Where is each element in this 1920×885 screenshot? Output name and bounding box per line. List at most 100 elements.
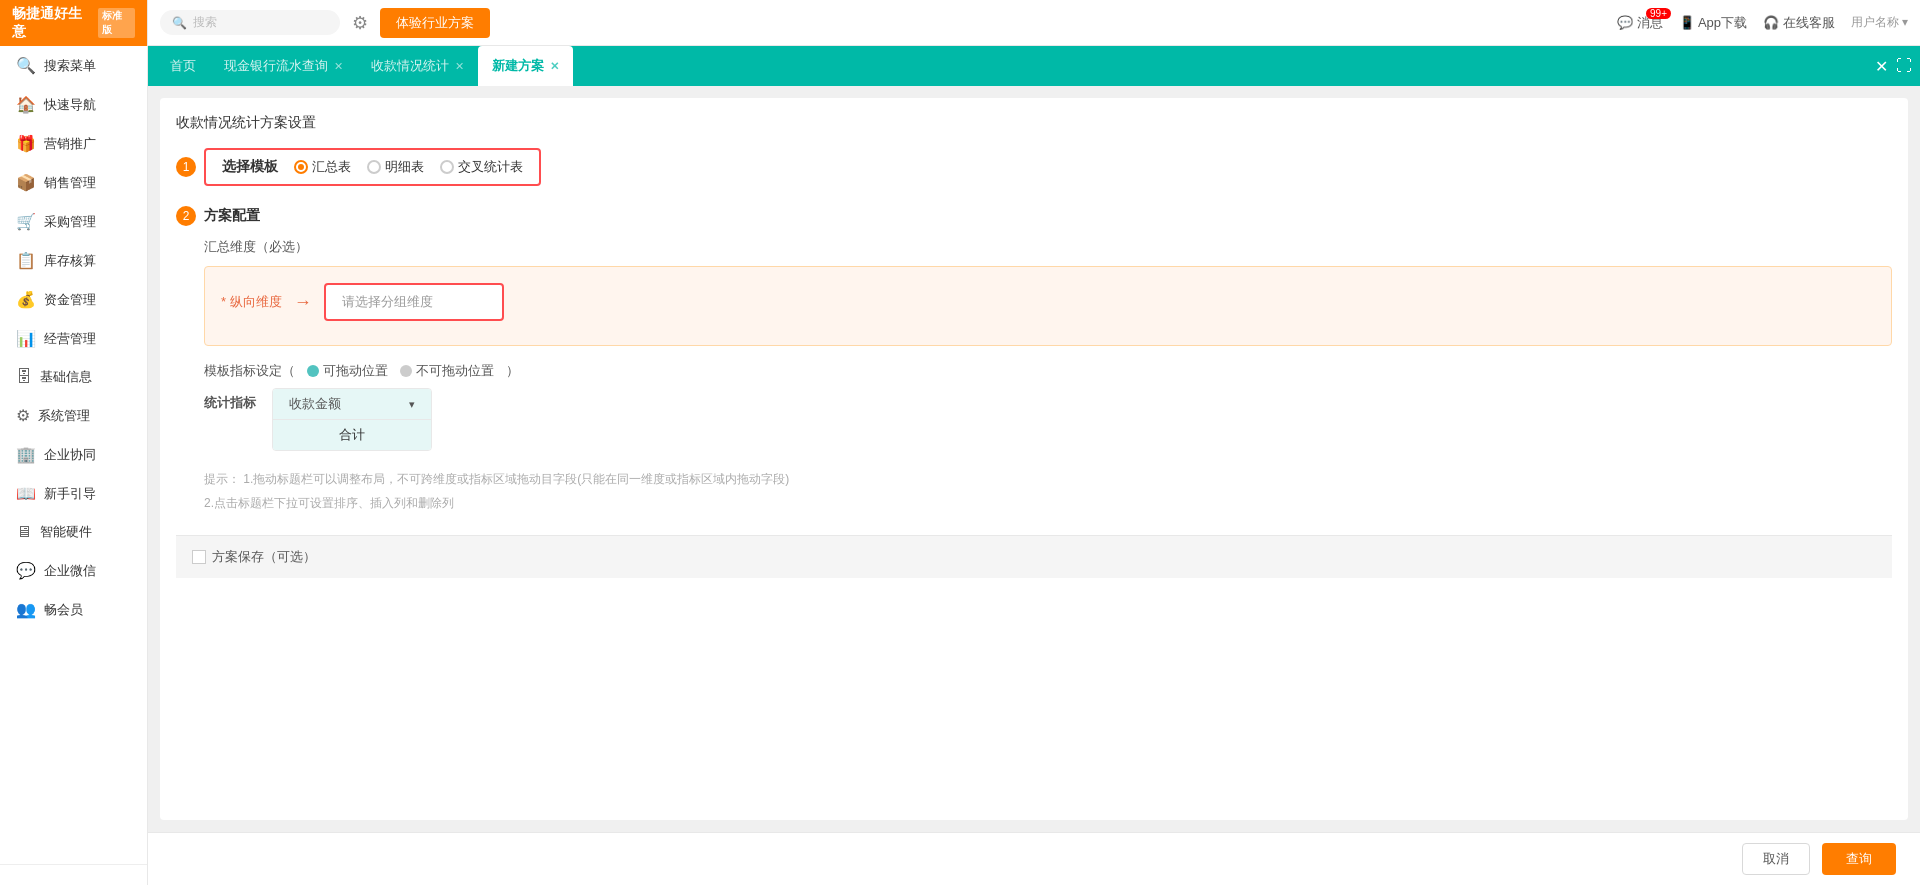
member-icon: 👥 — [16, 600, 36, 619]
sidebar-item-sales[interactable]: 📦销售管理 — [0, 163, 147, 202]
sidebar-item-operation[interactable]: 📊经营管理 — [0, 319, 147, 358]
message-badge[interactable]: 💬 消息 99+ — [1617, 14, 1663, 32]
dimension-title: 汇总维度（必选） — [204, 238, 1892, 256]
save-checkbox[interactable] — [192, 550, 206, 564]
sidebar-item-marketing[interactable]: 🎁营销推广 — [0, 124, 147, 163]
step1-header: 1 选择模板 汇总表 明细表 交叉统计表 — [176, 148, 1892, 186]
chevron-down-icon: ▾ — [1902, 15, 1908, 29]
tab-label-home: 首页 — [170, 57, 196, 75]
col-dropdown-icon[interactable]: ▾ — [409, 398, 415, 411]
save-label: 方案保存（可选） — [212, 548, 316, 566]
radio-summary[interactable]: 汇总表 — [294, 158, 351, 176]
tab-new_plan[interactable]: 新建方案✕ — [478, 46, 573, 86]
tab-home[interactable]: 首页 — [156, 46, 210, 86]
stat-label-area: 统计指标 — [204, 388, 264, 451]
sales-icon: 📦 — [16, 173, 36, 192]
action-bar: 取消 查询 — [148, 832, 1920, 885]
sidebar-item-quicknav[interactable]: 🏠快速导航 — [0, 85, 147, 124]
radio-label-summary: 汇总表 — [312, 158, 351, 176]
tab-collection_stats[interactable]: 收款情况统计✕ — [357, 46, 478, 86]
tabbar-actions: ✕ ⛶ — [1875, 57, 1912, 76]
sidebar-item-guide[interactable]: 📖新手引导 — [0, 474, 147, 513]
sidebar-item-wechat[interactable]: 💬企业微信 — [0, 551, 147, 590]
tab-cashflow[interactable]: 现金银行流水查询✕ — [210, 46, 357, 86]
dimension-row: * 纵向维度 → 请选择分组维度 — [221, 283, 1875, 321]
sidebar-item-purchase[interactable]: 🛒采购管理 — [0, 202, 147, 241]
sidebar-item-search[interactable]: 🔍搜索菜单 — [0, 46, 147, 85]
tip-item: 提示： 1.拖动标题栏可以调整布局，不可跨维度或指标区域拖动目字段(只能在同一维… — [204, 467, 1892, 491]
vertical-dim-label: * 纵向维度 — [221, 293, 282, 311]
sidebar-item-member[interactable]: 👥 畅会员 — [0, 590, 147, 629]
sidebar-label-base: 基础信息 — [40, 368, 92, 386]
sidebar-item-inventory[interactable]: 📋 库存核算 — [0, 241, 147, 280]
hardware-icon: 🖥 — [16, 523, 32, 541]
download-label: App下载 — [1698, 15, 1747, 30]
system-icon: ⚙ — [16, 406, 30, 425]
topbar-search[interactable]: 🔍 搜索 — [160, 10, 340, 35]
tips-area: 提示： 1.拖动标题栏可以调整布局，不可跨维度或指标区域拖动目字段(只能在同一维… — [204, 467, 1892, 515]
step1-num: 1 — [176, 157, 196, 177]
logo-text: 畅捷通好生意 — [12, 5, 94, 41]
app-download[interactable]: 📱 App下载 — [1679, 14, 1747, 32]
sidebar: 畅捷通好生意 标准版 🔍搜索菜单🏠快速导航🎁营销推广📦销售管理🛒采购管理 📋 库存核… — [0, 0, 148, 885]
user-label: 用户名称 — [1851, 15, 1899, 29]
tab-close-new_plan[interactable]: ✕ — [550, 60, 559, 73]
sidebar-label-member: 畅会员 — [44, 601, 83, 619]
save-checkbox-row[interactable]: 方案保存（可选） — [192, 548, 1876, 566]
wechat-icon: 💬 — [16, 561, 36, 580]
sidebar-label-guide: 新手引导 — [44, 485, 96, 503]
step1-section: 1 选择模板 汇总表 明细表 交叉统计表 — [176, 148, 1892, 186]
radio-label-cross: 交叉统计表 — [458, 158, 523, 176]
step2-body: 汇总维度（必选） * 纵向维度 → 请选择分组维度 模板 — [176, 238, 1892, 515]
draggable-dot — [307, 365, 319, 377]
radio-cross[interactable]: 交叉统计表 — [440, 158, 523, 176]
step2-section: 2 方案配置 汇总维度（必选） * 纵向维度 → 请选择分组维度 — [176, 206, 1892, 515]
template-radio-group: 汇总表 明细表 交叉统计表 — [294, 158, 523, 176]
sidebar-label-search: 搜索菜单 — [44, 57, 96, 75]
metrics-config: 模板指标设定（ 可拖动位置 不可拖动位置 ） — [204, 362, 1892, 451]
sidebar-logo: 畅捷通好生意 标准版 — [0, 0, 147, 46]
sidebar-item-base[interactable]: 🗄基础信息 — [0, 358, 147, 396]
tab-close-cashflow[interactable]: ✕ — [334, 60, 343, 73]
maximize-icon[interactable]: ⛶ — [1896, 57, 1912, 76]
sidebar-item-enterprise[interactable]: 🏢企业协同 — [0, 435, 147, 474]
tab-close-collection_stats[interactable]: ✕ — [455, 60, 464, 73]
cancel-button[interactable]: 取消 — [1742, 843, 1810, 875]
radio-circle-detail — [367, 160, 381, 174]
dimension-select[interactable]: 请选择分组维度 — [324, 283, 504, 321]
sidebar-item-hardware[interactable]: 🖥智能硬件 — [0, 513, 147, 551]
footer-section: 方案保存（可选） — [176, 535, 1892, 578]
page-title: 收款情况统计方案设置 — [176, 114, 1892, 132]
sidebar-label-marketing: 营销推广 — [44, 135, 96, 153]
main-content: 🔍 搜索 ⚙ 体验行业方案 💬 消息 99+ 📱 App下载 🎧 在线客服 用户… — [148, 0, 1920, 885]
metrics-table: 收款金额 ▾ 合计 — [272, 388, 432, 451]
inventory-icon: 📋 — [16, 251, 36, 270]
metrics-col-header: 收款金额 ▾ — [273, 389, 431, 420]
industry-button[interactable]: 体验行业方案 — [380, 8, 490, 38]
search-placeholder: 搜索 — [193, 14, 217, 31]
user-name[interactable]: 用户名称 ▾ — [1851, 14, 1908, 31]
fixed-toggle: 不可拖动位置 — [400, 362, 494, 380]
sidebar-label-enterprise: 企业协同 — [44, 446, 96, 464]
metrics-total-cell: 合计 — [273, 420, 431, 450]
online-service[interactable]: 🎧 在线客服 — [1763, 14, 1835, 32]
gear-icon[interactable]: ⚙ — [352, 12, 368, 34]
draggable-label: 可拖动位置 — [323, 362, 388, 380]
sidebar-label-inventory: 库存核算 — [44, 252, 96, 270]
sidebar-label-purchase: 采购管理 — [44, 213, 96, 231]
step2-title: 方案配置 — [204, 207, 260, 225]
query-button[interactable]: 查询 — [1822, 843, 1896, 875]
fixed-dot — [400, 365, 412, 377]
sidebar-item-finance[interactable]: 💰资金管理 — [0, 280, 147, 319]
radio-detail[interactable]: 明细表 — [367, 158, 424, 176]
fixed-label: 不可拖动位置 — [416, 362, 494, 380]
step2-header: 2 方案配置 — [176, 206, 1892, 226]
sidebar-item-system[interactable]: ⚙系统管理 — [0, 396, 147, 435]
template-selection-box: 选择模板 汇总表 明细表 交叉统计表 — [204, 148, 541, 186]
close-paren: ） — [506, 362, 519, 380]
sidebar-label-quicknav: 快速导航 — [44, 96, 96, 114]
metrics-title: 模板指标设定（ — [204, 362, 295, 380]
draggable-toggle: 可拖动位置 — [307, 362, 388, 380]
tip-item: 2.点击标题栏下拉可设置排序、插入列和删除列 — [204, 491, 1892, 515]
close-window-icon[interactable]: ✕ — [1875, 57, 1888, 76]
